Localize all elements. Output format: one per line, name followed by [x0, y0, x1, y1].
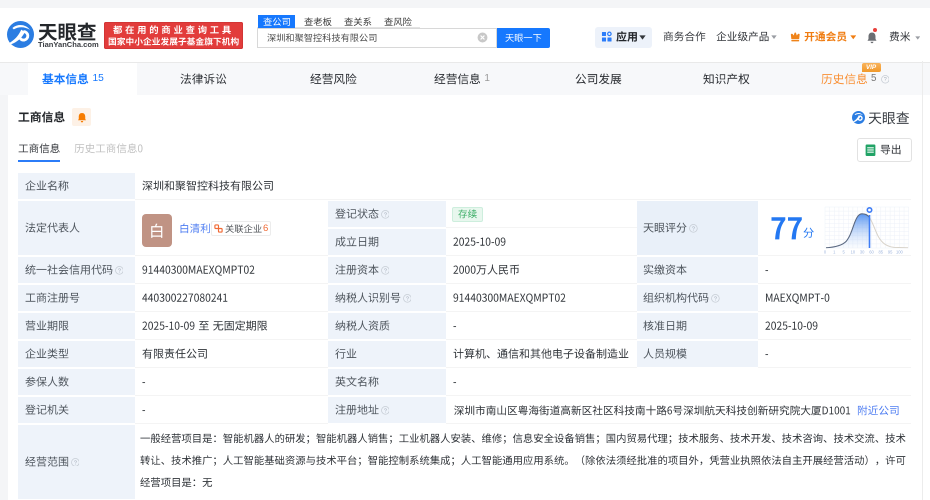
svg-text:?: ? — [383, 212, 386, 218]
svg-text:10: 10 — [850, 249, 855, 254]
svg-text:?: ? — [383, 268, 386, 274]
svg-text:?: ? — [383, 408, 386, 414]
svg-text:?: ? — [883, 77, 886, 83]
svg-text:?: ? — [692, 226, 695, 232]
svg-text:0: 0 — [824, 249, 827, 254]
svg-text:?: ? — [73, 460, 76, 466]
svg-text:1: 1 — [833, 249, 836, 254]
svg-text:?: ? — [405, 296, 408, 302]
svg-text:5: 5 — [842, 249, 845, 254]
svg-text:?: ? — [714, 296, 717, 302]
svg-text:30: 30 — [859, 249, 864, 254]
svg-text:?: ? — [117, 268, 120, 274]
svg-text:100: 100 — [895, 249, 903, 254]
svg-text:85: 85 — [878, 249, 883, 254]
svg-text:95: 95 — [887, 249, 892, 254]
svg-text:60: 60 — [869, 249, 874, 254]
